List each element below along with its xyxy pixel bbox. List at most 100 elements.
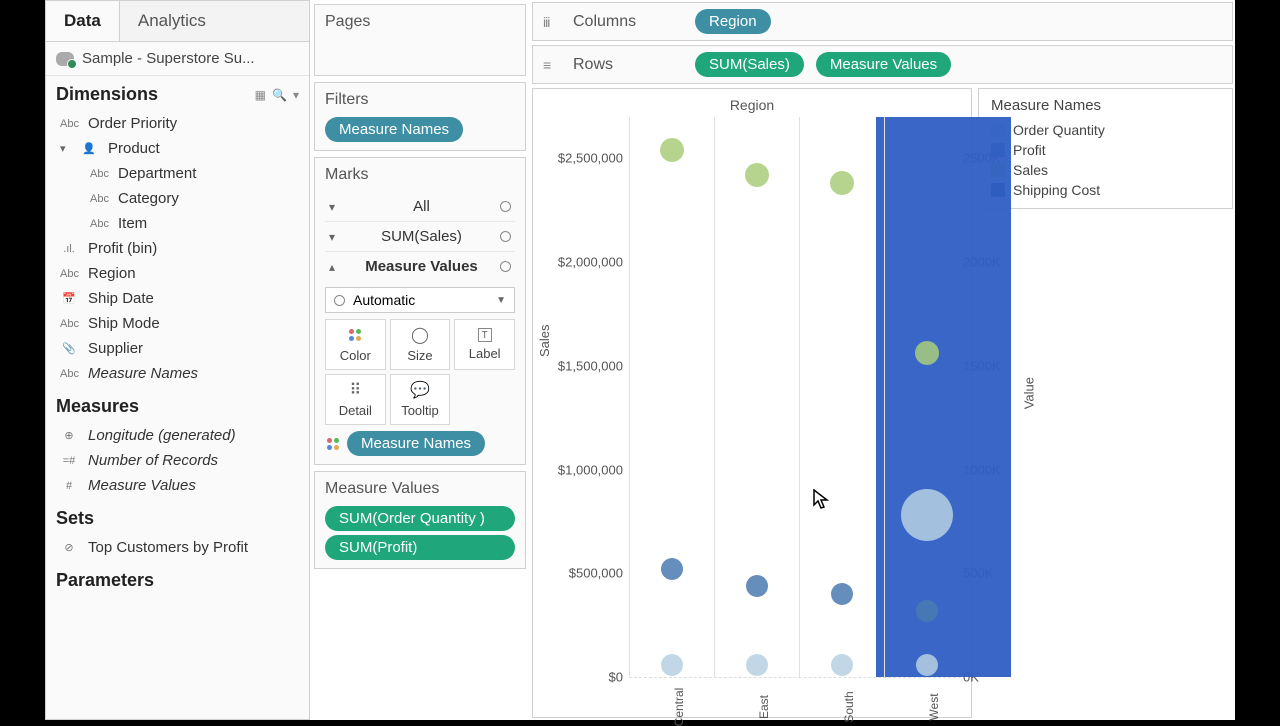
x-tick-label: South — [842, 691, 856, 722]
measure-field[interactable]: =#Number of Records — [46, 448, 309, 473]
zero-line — [629, 677, 961, 678]
mark-color-label: Color — [340, 348, 371, 363]
legend-label: Order Quantity — [1013, 122, 1105, 138]
field-type-icon: 📅 — [60, 292, 78, 305]
data-point[interactable] — [831, 583, 853, 605]
data-point[interactable] — [915, 341, 939, 365]
dimension-field[interactable]: .ıl.Profit (bin) — [46, 236, 309, 261]
dimension-field[interactable]: 📎Supplier — [46, 336, 309, 361]
mark-label-label: Label — [469, 346, 501, 361]
search-icon[interactable]: 🔍 — [272, 88, 287, 102]
datasource-icon — [56, 52, 74, 66]
mark-size-button[interactable]: ◯ Size — [390, 319, 451, 370]
legend-item[interactable]: Profit — [991, 140, 1220, 160]
marks-layer-row[interactable]: ▴Measure Values — [325, 251, 515, 281]
data-point[interactable] — [916, 654, 938, 676]
field-label: Ship Date — [88, 290, 154, 307]
measure-values-shelf[interactable]: Measure Values SUM(Order Quantity )SUM(P… — [314, 471, 526, 569]
view-grid-icon[interactable]: ▦ — [255, 88, 266, 102]
field-type-icon: Abc — [60, 318, 78, 330]
columns-shelf[interactable]: iii Columns Region — [532, 2, 1233, 41]
chart-canvas[interactable]: Region Sales Value $0$500,000$1,000,000$… — [532, 88, 972, 718]
rows-shelf[interactable]: ≡ Rows SUM(Sales) Measure Values — [532, 45, 1233, 84]
dimension-field[interactable]: AbcShip Mode — [46, 311, 309, 336]
y-tick-label: $2,000,000 — [537, 255, 623, 270]
field-label: Department — [118, 165, 196, 182]
filters-title: Filters — [325, 91, 515, 109]
rows-pill-measure-values[interactable]: Measure Values — [816, 52, 951, 77]
measure-value-pill[interactable]: SUM(Profit) — [325, 535, 515, 560]
measure-value-pill[interactable]: SUM(Order Quantity ) — [325, 506, 515, 531]
mark-detail-button[interactable]: ⠿ Detail — [325, 374, 386, 425]
data-point[interactable] — [661, 558, 683, 580]
data-point[interactable] — [661, 654, 683, 676]
mark-tooltip-button[interactable]: 💬 Tooltip — [390, 374, 451, 425]
data-point[interactable] — [745, 163, 769, 187]
y-tick-label: $2,500,000 — [537, 151, 623, 166]
field-type-icon: ⊕ — [60, 429, 78, 442]
dimension-field[interactable]: ▾👤Product — [46, 136, 309, 161]
tooltip-icon: 💬 — [410, 381, 430, 399]
field-label: Order Priority — [88, 115, 177, 132]
legend-label: Sales — [1013, 162, 1048, 178]
marks-layer-row[interactable]: ▾All — [325, 192, 515, 221]
tab-analytics[interactable]: Analytics — [119, 1, 309, 41]
data-point[interactable] — [746, 575, 768, 597]
columns-pill-region[interactable]: Region — [695, 9, 771, 34]
mark-type-label: Automatic — [353, 292, 415, 308]
gridline — [629, 117, 630, 677]
circle-icon — [500, 261, 511, 272]
legend-item[interactable]: Shipping Cost — [991, 180, 1220, 200]
data-point[interactable] — [746, 654, 768, 676]
dimension-field[interactable]: AbcCategory — [46, 186, 309, 211]
color-pill-measure-names[interactable]: Measure Names — [347, 431, 485, 456]
mark-label-button[interactable]: T Label — [454, 319, 515, 370]
legend-box[interactable]: Measure Names Order QuantityProfitSalesS… — [978, 88, 1233, 209]
bar-overlay — [876, 117, 1011, 677]
dimension-field[interactable]: 📅 Ship Date — [46, 286, 309, 311]
columns-label: Columns — [573, 13, 683, 31]
rows-pill-sum-sales[interactable]: SUM(Sales) — [695, 52, 804, 77]
y-tick-label: $0 — [537, 670, 623, 685]
measure-field[interactable]: ⊕Longitude (generated) — [46, 423, 309, 448]
marks-layer-label: SUM(Sales) — [381, 228, 462, 245]
data-point[interactable] — [830, 171, 854, 195]
dimension-field[interactable]: Abc Order Priority — [46, 111, 309, 136]
field-type-icon: Abc — [60, 368, 78, 380]
mark-color-button[interactable]: Color — [325, 319, 386, 370]
filters-shelf[interactable]: Filters Measure Names — [314, 82, 526, 151]
field-type-icon: Abc — [60, 118, 78, 130]
marks-card: Marks ▾All▾SUM(Sales)▴Measure Values Aut… — [314, 157, 526, 465]
gridline — [714, 117, 715, 677]
data-point[interactable] — [901, 489, 953, 541]
label-icon: T — [478, 328, 492, 342]
dimension-field[interactable]: AbcMeasure Names — [46, 361, 309, 386]
y-axis-label: Sales — [537, 324, 552, 357]
field-type-icon: # — [60, 480, 78, 492]
menu-icon[interactable]: ▾ — [293, 88, 299, 102]
data-point[interactable] — [660, 138, 684, 162]
legend-item[interactable]: Sales — [991, 160, 1220, 180]
data-point[interactable] — [831, 654, 853, 676]
mark-detail-label: Detail — [339, 403, 372, 418]
marks-layer-row[interactable]: ▾SUM(Sales) — [325, 221, 515, 251]
dimension-field[interactable]: AbcRegion — [46, 261, 309, 286]
circle-icon — [500, 231, 511, 242]
measures-header: Measures — [46, 388, 309, 421]
legend-item[interactable]: Order Quantity — [991, 120, 1220, 140]
datasource-row[interactable]: Sample - Superstore Su... — [46, 42, 309, 76]
dimension-field[interactable]: AbcItem — [46, 211, 309, 236]
filter-pill-measure-names[interactable]: Measure Names — [325, 117, 463, 142]
chart-title: Region — [537, 97, 967, 113]
data-point[interactable] — [916, 600, 938, 622]
parameters-header: Parameters — [46, 562, 309, 595]
field-label: Supplier — [88, 340, 143, 357]
measure-field[interactable]: #Measure Values — [46, 473, 309, 498]
tab-data[interactable]: Data — [46, 1, 119, 41]
set-field[interactable]: ⊘Top Customers by Profit — [46, 535, 309, 560]
pages-shelf[interactable]: Pages — [314, 4, 526, 76]
dimension-field[interactable]: AbcDepartment — [46, 161, 309, 186]
measures-title: Measures — [56, 396, 299, 417]
mark-type-dropdown[interactable]: Automatic ▼ — [325, 287, 515, 313]
detail-icon: ⠿ — [349, 381, 361, 399]
